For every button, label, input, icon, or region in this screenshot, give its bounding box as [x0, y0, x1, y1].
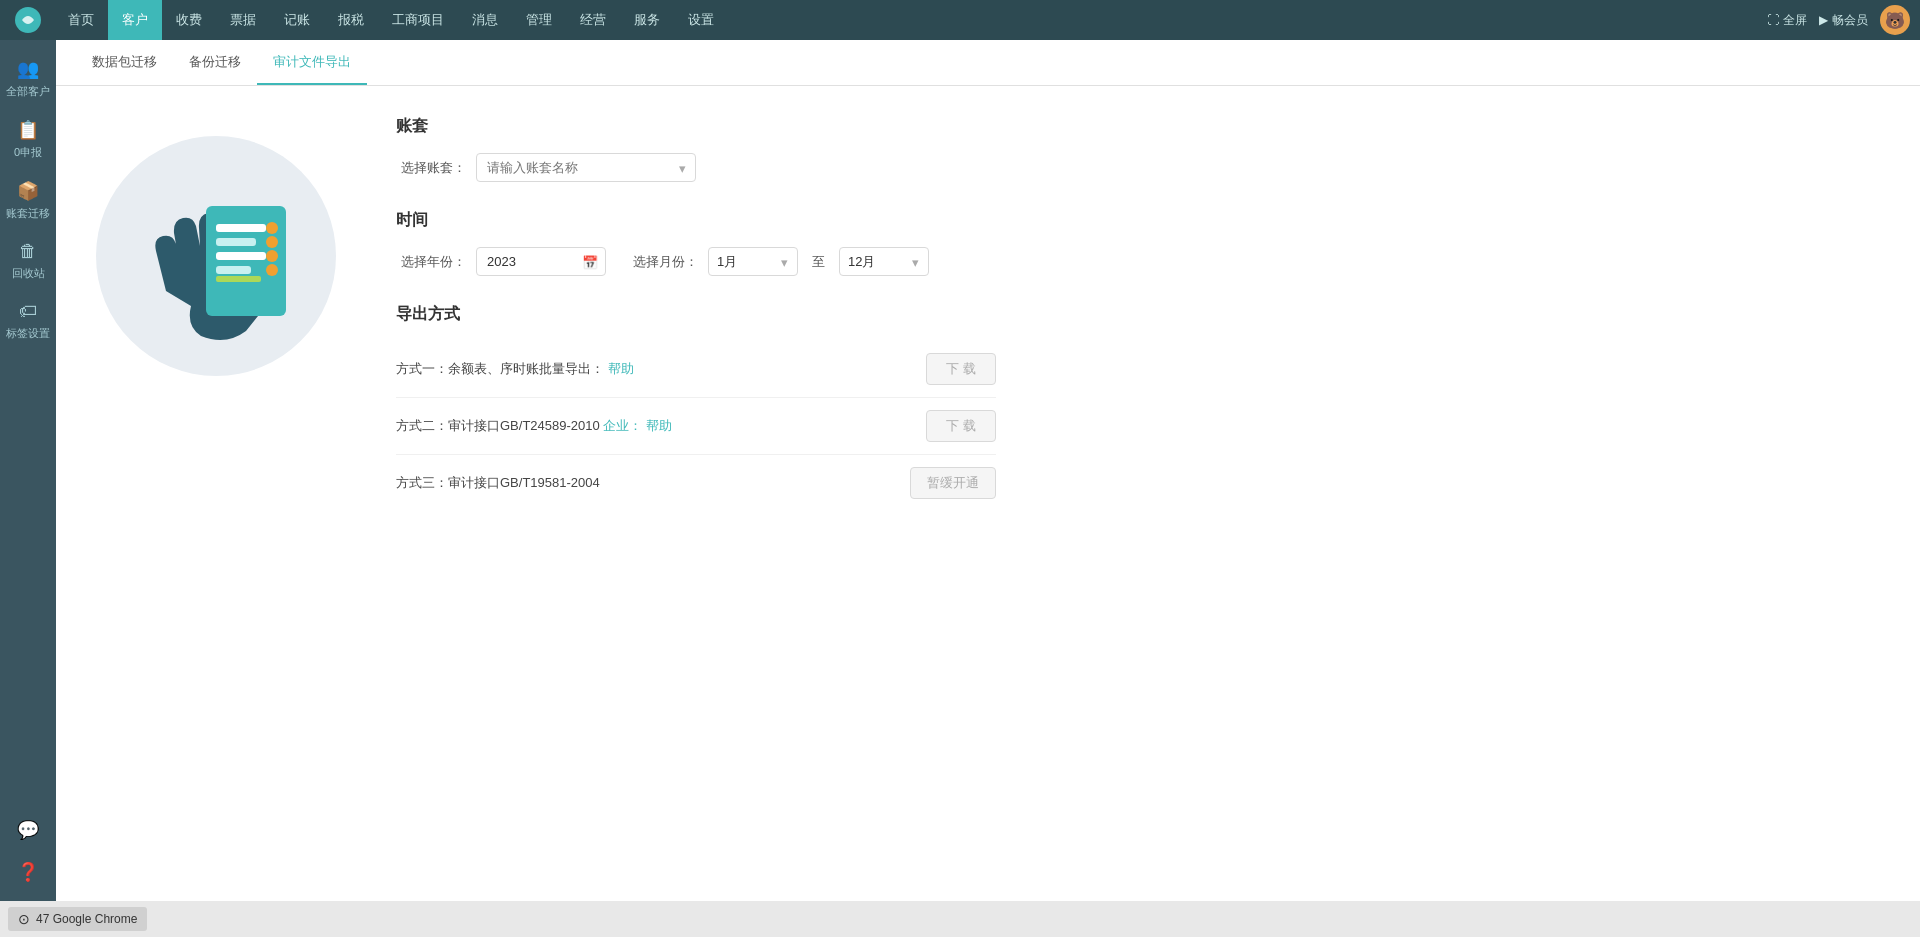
export-method-3-text: 方式三：审计接口GB/T19581-2004: [396, 474, 910, 492]
sidebar: 👥 全部客户 📋 0申报 📦 账套迁移 🗑 回收站 🏷 标签设置 💬 ❓: [0, 40, 56, 901]
member-label: 畅会员: [1832, 12, 1868, 29]
sidebar-item-label: 标签设置: [6, 326, 50, 341]
sidebar-item-account-migration[interactable]: 📦 账套迁移: [0, 170, 56, 231]
method-2-help-link[interactable]: 帮助: [646, 418, 672, 433]
export-method-2: 方式二：审计接口GB/T24589-2010 企业： 帮助 下 载: [396, 398, 996, 455]
svg-rect-2: [216, 224, 266, 232]
to-separator: 至: [812, 253, 825, 271]
time-form-row: 选择年份： 📅 选择月份： 1月2月3月4月 5月6月7月8月 9月10月11月…: [396, 247, 996, 276]
chat-icon: 💬: [17, 819, 39, 841]
sidebar-item-tag-settings[interactable]: 🏷 标签设置: [0, 291, 56, 351]
svg-point-8: [266, 250, 278, 262]
method-3-label: 方式三：审计接口GB/T19581-2004: [396, 475, 600, 490]
svg-rect-3: [216, 238, 256, 246]
fullscreen-icon: ⛶: [1767, 13, 1779, 27]
trash-icon: 🗑: [19, 241, 37, 262]
month-start-wrapper: 1月2月3月4月 5月6月7月8月 9月10月11月12月: [708, 247, 798, 276]
month-start-select[interactable]: 1月2月3月4月 5月6月7月8月 9月10月11月12月: [708, 247, 798, 276]
svg-rect-10: [216, 276, 261, 282]
export-method-3: 方式三：审计接口GB/T19581-2004 暂缓开通: [396, 455, 996, 511]
content-area: 数据包迁移 备份迁移 审计文件导出: [56, 40, 1920, 901]
nav-home[interactable]: 首页: [54, 0, 108, 40]
nav-invoice[interactable]: 票据: [216, 0, 270, 40]
nav-settings[interactable]: 设置: [674, 0, 728, 40]
nav-business[interactable]: 工商项目: [378, 0, 458, 40]
account-label: 选择账套：: [396, 159, 466, 177]
sidebar-item-all-customers[interactable]: 👥 全部客户: [0, 48, 56, 109]
top-nav: 首页 客户 收费 票据 记账 报税 工商项目 消息 管理 经营 服务 设置 ⛶ …: [0, 0, 1920, 40]
chrome-icon: ⊙: [18, 911, 30, 927]
declaration-icon: 📋: [17, 119, 39, 141]
method-1-help-link[interactable]: 帮助: [608, 361, 634, 376]
method-2-download-button[interactable]: 下 载: [926, 410, 996, 442]
account-section-title: 账套: [396, 116, 996, 137]
account-form-row: 选择账套： ▾: [396, 153, 996, 182]
taskbar: ⊙ 47 Google Chrome: [0, 901, 1920, 937]
sidebar-item-label: 账套迁移: [6, 206, 50, 221]
sidebar-item-help[interactable]: ❓: [0, 851, 56, 893]
method-3-coming-soon-button[interactable]: 暂缓开通: [910, 467, 996, 499]
tab-audit-export[interactable]: 审计文件导出: [257, 41, 367, 85]
month-end-select[interactable]: 1月2月3月4月 5月6月7月8月 9月10月11月12月: [839, 247, 929, 276]
sidebar-item-chat[interactable]: 💬: [0, 809, 56, 851]
export-method-1: 方式一：余额表、序时账批量导出： 帮助 下 载: [396, 341, 996, 398]
sidebar-bottom: 💬 ❓: [0, 809, 56, 893]
nav-operation[interactable]: 经营: [566, 0, 620, 40]
export-section-title: 导出方式: [396, 304, 996, 325]
sidebar-item-label: 全部客户: [6, 84, 50, 99]
member-button[interactable]: ▶ 畅会员: [1819, 12, 1868, 29]
calendar-icon: 📅: [582, 254, 598, 269]
tab-backup-migration[interactable]: 备份迁移: [173, 41, 257, 85]
svg-point-7: [266, 236, 278, 248]
page-content: 账套 选择账套： ▾ 时间 选择年份：: [56, 86, 1920, 901]
main-layout: 👥 全部客户 📋 0申报 📦 账套迁移 🗑 回收站 🏷 标签设置 💬 ❓: [0, 40, 1920, 901]
help-icon: ❓: [17, 861, 39, 883]
sidebar-item-label: 0申报: [14, 145, 42, 160]
month-end-wrapper: 1月2月3月4月 5月6月7月8月 9月10月11月12月: [839, 247, 929, 276]
customers-icon: 👥: [17, 58, 39, 80]
illustration: [96, 136, 336, 376]
sidebar-item-zero-declaration[interactable]: 📋 0申报: [0, 109, 56, 170]
year-label: 选择年份：: [396, 253, 466, 271]
nav-manage[interactable]: 管理: [512, 0, 566, 40]
logo: [10, 2, 46, 38]
sidebar-item-label: 回收站: [12, 266, 45, 281]
inner-content: 账套 选择账套： ▾ 时间 选择年份：: [96, 116, 1880, 511]
migration-icon: 📦: [17, 180, 39, 202]
nav-bookkeeping[interactable]: 记账: [270, 0, 324, 40]
method-1-download-button[interactable]: 下 载: [926, 353, 996, 385]
method-2-company-link[interactable]: 企业：: [603, 418, 642, 433]
method-1-label: 方式一：余额表、序时账批量导出：: [396, 361, 604, 376]
svg-rect-5: [216, 266, 251, 274]
top-nav-right: ⛶ 全屏 ▶ 畅会员 🐻: [1767, 5, 1910, 35]
svg-point-6: [266, 222, 278, 234]
nav-service[interactable]: 服务: [620, 0, 674, 40]
tab-data-migration[interactable]: 数据包迁移: [76, 41, 173, 85]
svg-rect-4: [216, 252, 266, 260]
svg-point-9: [266, 264, 278, 276]
fullscreen-button[interactable]: ⛶ 全屏: [1767, 12, 1807, 29]
nav-customer[interactable]: 客户: [108, 0, 162, 40]
tabs-bar: 数据包迁移 备份迁移 审计文件导出: [56, 40, 1920, 86]
method-2-label: 方式二：审计接口GB/T24589-2010: [396, 418, 600, 433]
fullscreen-label: 全屏: [1783, 12, 1807, 29]
account-select-wrapper: [476, 153, 696, 182]
time-section-title: 时间: [396, 210, 996, 231]
month-label: 选择月份：: [628, 253, 698, 271]
export-method-2-text: 方式二：审计接口GB/T24589-2010 企业： 帮助: [396, 417, 926, 435]
nav-items: 首页 客户 收费 票据 记账 报税 工商项目 消息 管理 经营 服务 设置: [54, 0, 1767, 40]
taskbar-item-label: 47 Google Chrome: [36, 912, 137, 926]
nav-message[interactable]: 消息: [458, 0, 512, 40]
form-area: 账套 选择账套： ▾ 时间 选择年份：: [396, 116, 996, 511]
sidebar-item-recycle[interactable]: 🗑 回收站: [0, 231, 56, 291]
account-select-input[interactable]: [476, 153, 696, 182]
nav-tax[interactable]: 报税: [324, 0, 378, 40]
taskbar-chrome-item[interactable]: ⊙ 47 Google Chrome: [8, 907, 147, 931]
export-method-1-text: 方式一：余额表、序时账批量导出： 帮助: [396, 360, 926, 378]
avatar[interactable]: 🐻: [1880, 5, 1910, 35]
member-icon: ▶: [1819, 13, 1828, 27]
tag-icon: 🏷: [19, 301, 37, 322]
nav-fee[interactable]: 收费: [162, 0, 216, 40]
